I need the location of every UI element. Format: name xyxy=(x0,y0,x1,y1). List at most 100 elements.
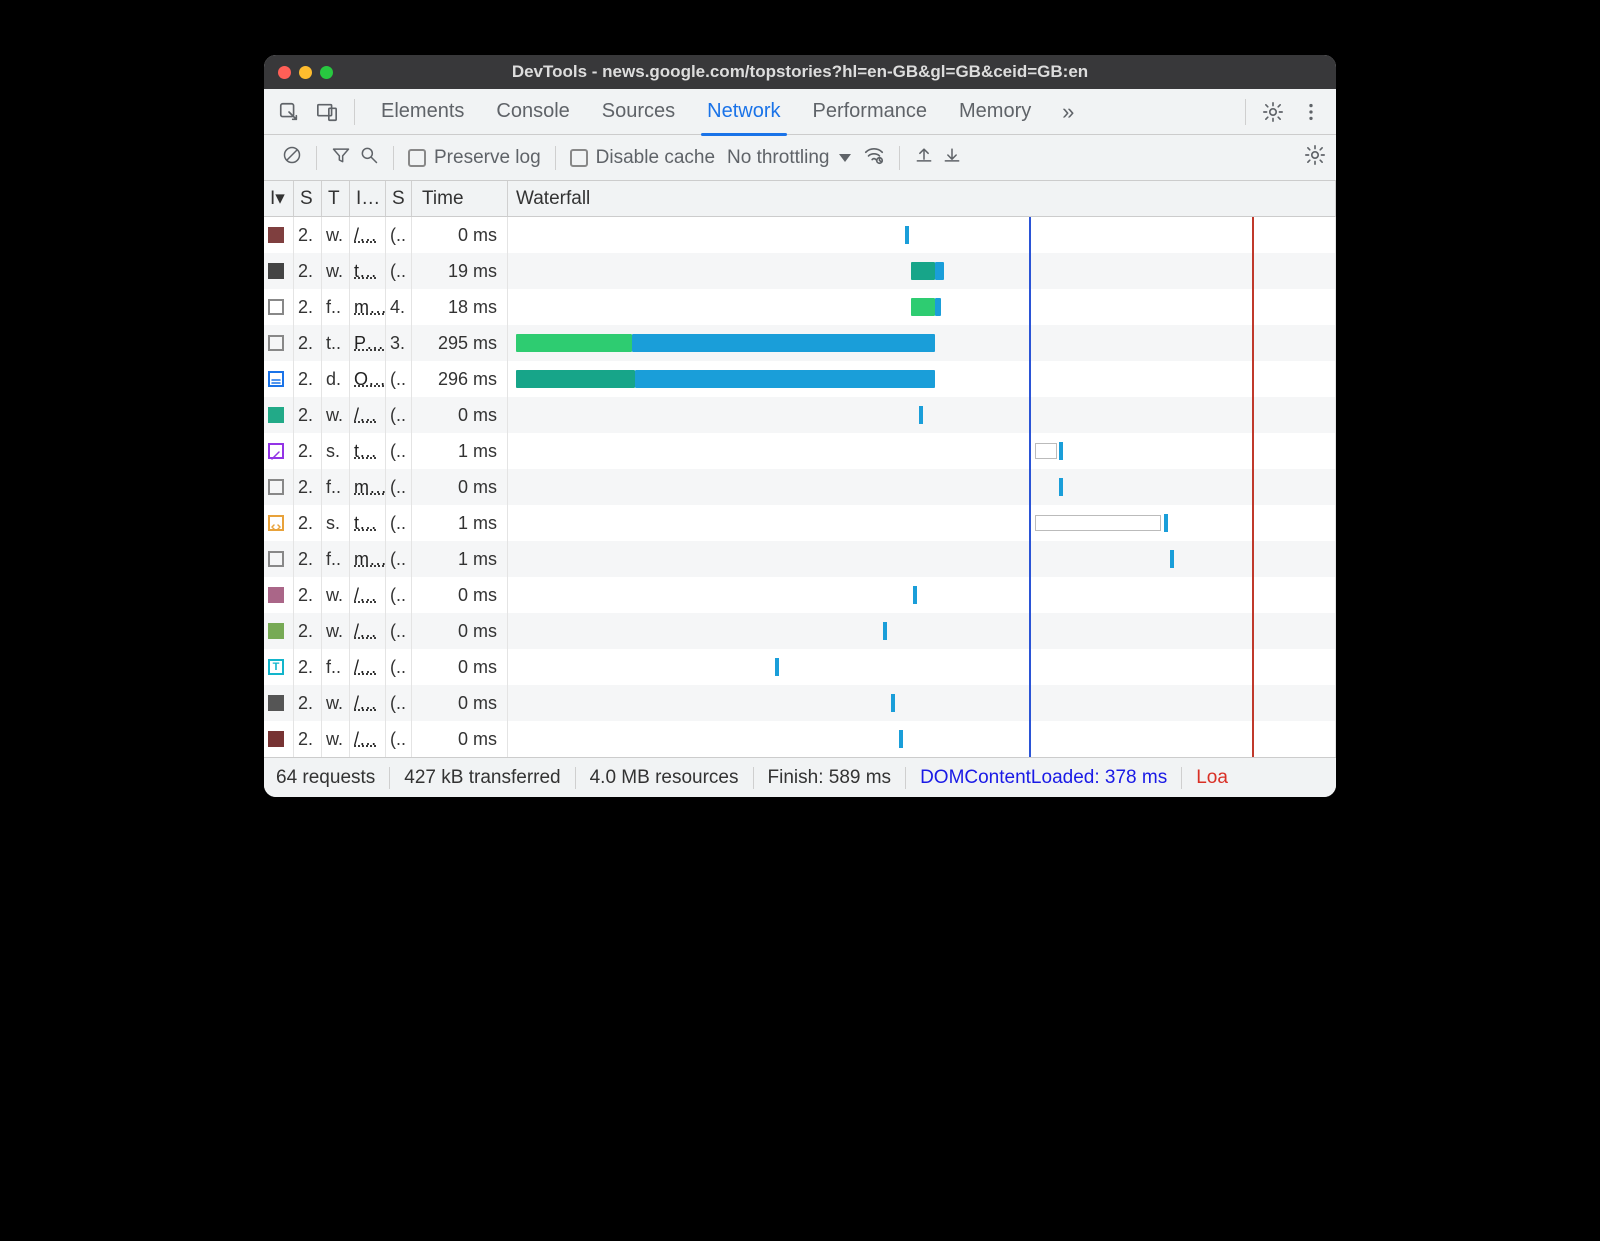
initiator-link[interactable]: /… xyxy=(354,729,377,750)
initiator-link[interactable]: /… xyxy=(354,405,377,426)
network-conditions-icon[interactable] xyxy=(863,144,885,172)
initiator-link[interactable]: /… xyxy=(354,693,377,714)
table-row[interactable]: 2.f..m…(..0 ms xyxy=(264,469,1336,505)
request-table-body: 2.w./…(..0 ms2.w.t…(..19 ms2.f..m…4.18 m… xyxy=(264,217,1336,757)
table-row[interactable]: 2.w./…(..0 ms xyxy=(264,577,1336,613)
cell-initiator: /… xyxy=(350,397,386,433)
image-icon xyxy=(268,263,284,279)
cell-initiator: /… xyxy=(350,685,386,721)
initiator-link[interactable]: /… xyxy=(354,657,377,678)
cell-status: 2. xyxy=(294,397,322,433)
preserve-log-checkbox[interactable]: Preserve log xyxy=(408,147,541,169)
cell-initiator: /… xyxy=(350,613,386,649)
cell-type: f.. xyxy=(322,649,350,685)
initiator-link[interactable]: m… xyxy=(354,297,386,318)
table-row[interactable]: T2.f../…(..0 ms xyxy=(264,649,1336,685)
filter-icon[interactable] xyxy=(331,145,351,171)
initiator-link[interactable]: /… xyxy=(354,225,377,246)
cell-icon xyxy=(264,253,294,289)
cell-status: 2. xyxy=(294,469,322,505)
tab-memory[interactable]: Memory xyxy=(943,89,1047,135)
close-window-button[interactable] xyxy=(278,66,291,79)
initiator-link[interactable]: m… xyxy=(354,549,386,570)
initiator-link[interactable]: t… xyxy=(354,441,377,462)
search-icon[interactable] xyxy=(359,145,379,171)
table-row[interactable]: 2.s.t…(..1 ms xyxy=(264,433,1336,469)
initiator-link[interactable]: P… xyxy=(354,333,384,354)
table-row[interactable]: 2.f..m…(..1 ms xyxy=(264,541,1336,577)
table-row[interactable]: 2.t..P…3.295 ms xyxy=(264,325,1336,361)
cell-size: (.. xyxy=(386,433,412,469)
throttling-select[interactable]: No throttling xyxy=(723,147,855,169)
cell-waterfall xyxy=(508,361,1336,397)
col-icon-header[interactable]: I▾ xyxy=(264,181,294,216)
export-har-icon[interactable] xyxy=(942,145,962,171)
cell-icon xyxy=(264,325,294,361)
cell-time: 0 ms xyxy=(412,577,508,613)
col-status-header[interactable]: S xyxy=(294,181,322,216)
table-row[interactable]: 2.w./…(..0 ms xyxy=(264,613,1336,649)
initiator-link[interactable]: t… xyxy=(354,513,377,534)
table-row[interactable]: 2.w./…(..0 ms xyxy=(264,217,1336,253)
initiator-link[interactable]: t… xyxy=(354,261,377,282)
cell-status: 2. xyxy=(294,325,322,361)
col-waterfall-header[interactable]: Waterfall xyxy=(508,181,1336,216)
cell-time: 0 ms xyxy=(412,217,508,253)
table-row[interactable]: 2.f..m…4.18 ms xyxy=(264,289,1336,325)
cell-icon xyxy=(264,541,294,577)
network-toolbar: Preserve log Disable cache No throttling xyxy=(264,135,1336,181)
clear-button[interactable] xyxy=(282,145,302,171)
import-har-icon[interactable] xyxy=(914,145,934,171)
initiator-link[interactable]: /… xyxy=(354,585,377,606)
table-row[interactable]: 2.w./…(..0 ms xyxy=(264,721,1336,757)
tab-network[interactable]: Network xyxy=(691,89,796,135)
cell-icon xyxy=(264,721,294,757)
more-tabs-button[interactable]: » xyxy=(1051,95,1085,129)
cell-size: (.. xyxy=(386,505,412,541)
network-settings-icon[interactable] xyxy=(1304,144,1326,172)
col-time-header[interactable]: Time xyxy=(412,181,508,216)
device-toolbar-icon[interactable] xyxy=(310,95,344,129)
initiator-link[interactable]: m… xyxy=(354,477,386,498)
cell-initiator: t… xyxy=(350,433,386,469)
tab-elements[interactable]: Elements xyxy=(365,89,480,135)
tab-console[interactable]: Console xyxy=(480,89,585,135)
col-initiator-header[interactable]: I… xyxy=(350,181,386,216)
minimize-window-button[interactable] xyxy=(299,66,312,79)
inspect-element-icon[interactable] xyxy=(272,95,306,129)
other-icon xyxy=(268,299,284,315)
cell-status: 2. xyxy=(294,577,322,613)
cell-waterfall xyxy=(508,397,1336,433)
tab-performance[interactable]: Performance xyxy=(797,89,944,135)
cell-type: d. xyxy=(322,361,350,397)
cell-type: w. xyxy=(322,217,350,253)
table-row[interactable]: 2.s.t…(..1 ms xyxy=(264,505,1336,541)
image-icon xyxy=(268,623,284,639)
col-type-header[interactable]: T xyxy=(322,181,350,216)
initiator-link[interactable]: /… xyxy=(354,621,377,642)
cell-status: 2. xyxy=(294,289,322,325)
cell-status: 2. xyxy=(294,541,322,577)
tab-sources[interactable]: Sources xyxy=(586,89,691,135)
col-size-header[interactable]: S xyxy=(386,181,412,216)
cell-type: t.. xyxy=(322,325,350,361)
table-row[interactable]: 2.d.O…(..296 ms xyxy=(264,361,1336,397)
cell-time: 0 ms xyxy=(412,397,508,433)
cell-type: w. xyxy=(322,577,350,613)
zoom-window-button[interactable] xyxy=(320,66,333,79)
cell-type: f.. xyxy=(322,289,350,325)
document-icon xyxy=(268,371,284,387)
status-requests: 64 requests xyxy=(276,767,375,789)
table-row[interactable]: 2.w.t…(..19 ms xyxy=(264,253,1336,289)
table-row[interactable]: 2.w./…(..0 ms xyxy=(264,397,1336,433)
image-icon xyxy=(268,407,284,423)
kebab-menu-icon[interactable] xyxy=(1294,95,1328,129)
settings-icon[interactable] xyxy=(1256,95,1290,129)
disable-cache-checkbox[interactable]: Disable cache xyxy=(570,147,715,169)
table-row[interactable]: 2.w./…(..0 ms xyxy=(264,685,1336,721)
status-transferred: 427 kB transferred xyxy=(404,767,560,789)
initiator-link[interactable]: O… xyxy=(354,369,386,390)
cell-time: 0 ms xyxy=(412,649,508,685)
cell-time: 1 ms xyxy=(412,541,508,577)
image-icon xyxy=(268,695,284,711)
